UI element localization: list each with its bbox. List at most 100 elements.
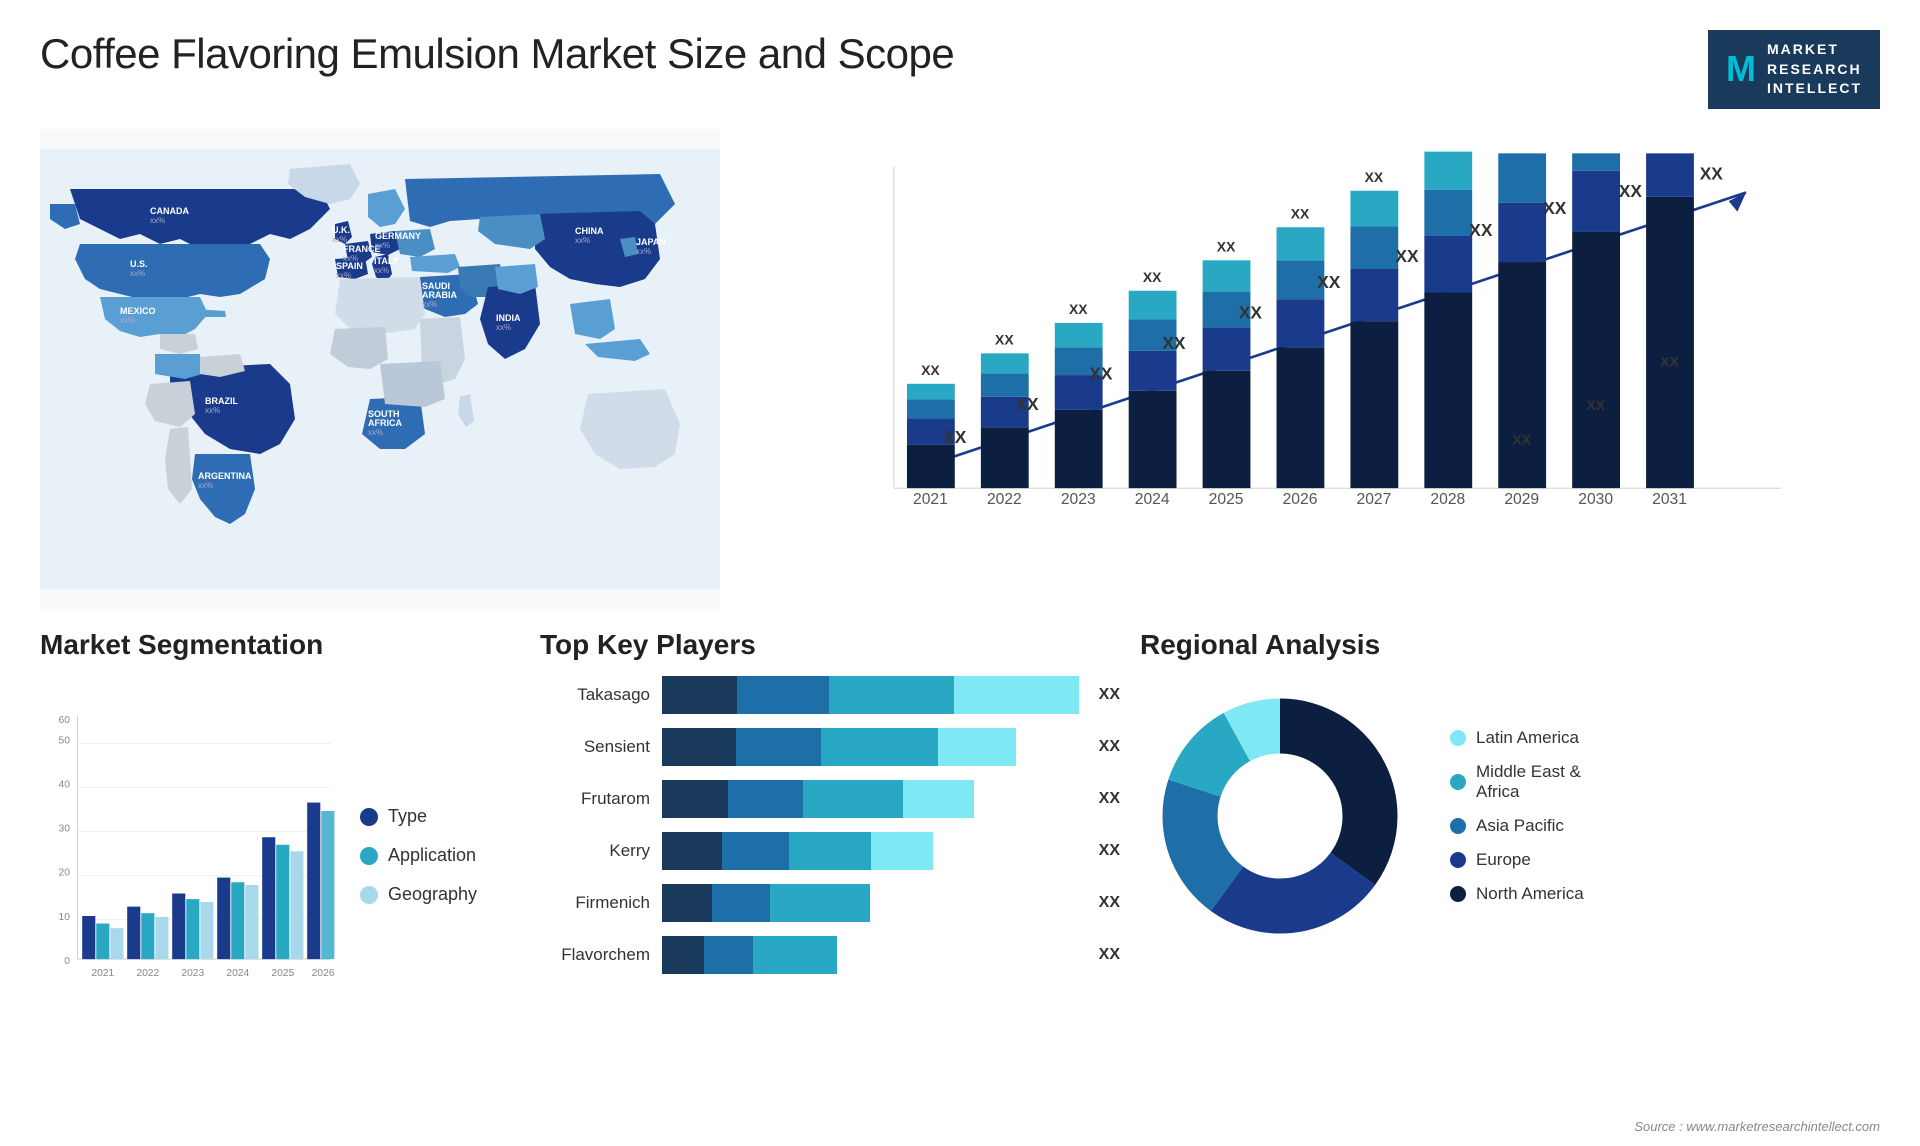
la-label: Latin America	[1476, 728, 1579, 748]
bar-2022-1	[981, 427, 1029, 488]
players-chart: Takasago XX Sensient	[540, 676, 1120, 974]
bar-2030-2	[1572, 171, 1620, 232]
xx-2024: XX	[1143, 269, 1162, 285]
bar-2029-1	[1498, 262, 1546, 488]
safrica-label2: AFRICA	[368, 418, 402, 428]
bar-2029-2	[1498, 203, 1546, 262]
svg-text:2024: 2024	[226, 968, 249, 979]
year-2026: 2026	[1283, 491, 1318, 508]
ap-label: Asia Pacific	[1476, 816, 1564, 836]
bar-2027-1	[1350, 321, 1398, 488]
bar-2028-3	[1424, 190, 1472, 236]
svg-text:2023: 2023	[181, 968, 204, 979]
china-label: CHINA	[575, 226, 604, 236]
xx-2027-top: XX	[1395, 246, 1419, 266]
spain-pct: xx%	[336, 271, 351, 280]
svg-text:2026: 2026	[312, 968, 335, 979]
ap-dot	[1450, 818, 1466, 834]
bar-2026-2	[1277, 299, 1325, 347]
xx-label-c: XX	[1586, 397, 1605, 413]
bar-2028-1	[1424, 292, 1472, 488]
xx-2021-top: XX	[943, 427, 967, 447]
regional-content: Latin America Middle East &Africa Asia P…	[1140, 676, 1880, 956]
top-section: CANADA xx% U.S. xx% MEXICO xx% BRAZIL xx…	[40, 129, 1880, 609]
year-2027: 2027	[1357, 491, 1392, 508]
year-2025: 2025	[1209, 491, 1244, 508]
spain-label: SPAIN	[336, 261, 363, 271]
us-pct: xx%	[130, 269, 145, 278]
seg-chart-svg: 0 10 20 30 40 50 60	[40, 676, 340, 1036]
bar-2031-2	[1646, 153, 1694, 196]
svg-text:2022: 2022	[136, 968, 159, 979]
xx-2026: XX	[1291, 205, 1310, 221]
bar-2025-2	[1203, 327, 1251, 370]
frutarom-name: Frutarom	[540, 789, 650, 809]
bar-2022-4	[981, 353, 1029, 373]
brazil-pct: xx%	[205, 406, 220, 415]
kerry-name: Kerry	[540, 841, 650, 861]
legend-type: Type	[360, 806, 520, 827]
japan-pct: xx%	[636, 247, 651, 256]
bar-2026-4	[1277, 227, 1325, 260]
firmenich-bar	[662, 884, 1079, 922]
india-pct: xx%	[496, 323, 511, 332]
player-firmenich: Firmenich XX	[540, 884, 1120, 922]
me-label: Middle East &Africa	[1476, 762, 1581, 802]
bar-2027-2	[1350, 269, 1398, 321]
frutarom-xx: XX	[1099, 790, 1120, 808]
legend-application: Application	[360, 845, 520, 866]
bar-2021-3	[907, 399, 955, 418]
type-dot	[360, 808, 378, 826]
application-label: Application	[388, 845, 476, 866]
player-takasago: Takasago XX	[540, 676, 1120, 714]
svg-text:2021: 2021	[91, 968, 114, 979]
map-container: CANADA xx% U.S. xx% MEXICO xx% BRAZIL xx…	[40, 129, 720, 609]
safrica-pct: xx%	[368, 428, 383, 437]
argentina-pct: xx%	[198, 481, 213, 490]
seg-legend: Type Application Geography	[360, 676, 520, 1036]
svg-text:0: 0	[64, 956, 70, 967]
reg-asia-pacific: Asia Pacific	[1450, 816, 1880, 836]
bar-2021-4	[907, 384, 955, 400]
bar-2021-1	[907, 444, 955, 487]
xx-2025: XX	[1217, 238, 1236, 254]
year-2028: 2028	[1430, 491, 1465, 508]
regional-container: Regional Analysis	[1140, 629, 1880, 1059]
uk-label: U.K.	[332, 225, 350, 235]
type-label: Type	[388, 806, 427, 827]
svg-text:2025: 2025	[271, 968, 294, 979]
bar-2024-2	[1129, 351, 1177, 391]
seg-chart: 0 10 20 30 40 50 60	[40, 676, 340, 1036]
kerry-xx: XX	[1099, 842, 1120, 860]
bar-chart-svg: 2021 XX 2022 XX 2023 XX	[800, 149, 1840, 549]
year-2022: 2022	[987, 491, 1022, 508]
india-label: INDIA	[496, 313, 521, 323]
kerry-bar	[662, 832, 1079, 870]
svg-text:60: 60	[59, 715, 71, 726]
year-2021: 2021	[913, 491, 948, 508]
bar-chart-container: 2021 XX 2022 XX 2023 XX	[740, 129, 1880, 609]
bar-2030-3	[1572, 153, 1620, 170]
us-label: U.S.	[130, 259, 148, 269]
xx-2022: XX	[995, 331, 1014, 347]
mexico-label: MEXICO	[120, 306, 156, 316]
frutarom-bar	[662, 780, 1079, 818]
xx-2030-top: XX	[1619, 181, 1643, 201]
player-sensient: Sensient XX	[540, 728, 1120, 766]
year-2030: 2030	[1578, 491, 1613, 508]
germany-pct: xx%	[375, 241, 390, 250]
xx-2026-top: XX	[1317, 272, 1341, 292]
svg-text:20: 20	[59, 867, 71, 878]
na-dot	[1450, 886, 1466, 902]
sensient-xx: XX	[1099, 738, 1120, 756]
source-text: Source : www.marketresearchintellect.com	[1634, 1119, 1880, 1134]
me-dot	[1450, 774, 1466, 790]
saudi-pct: xx%	[422, 300, 437, 309]
xx-2024-top: XX	[1162, 333, 1186, 353]
xx-2031-top: XX	[1700, 163, 1724, 183]
seg-content: 0 10 20 30 40 50 60	[40, 676, 520, 1036]
sensient-name: Sensient	[540, 737, 650, 757]
saudi-label2: ARABIA	[422, 290, 457, 300]
n-africa-path	[335, 277, 425, 334]
c-africa-path	[380, 361, 445, 407]
